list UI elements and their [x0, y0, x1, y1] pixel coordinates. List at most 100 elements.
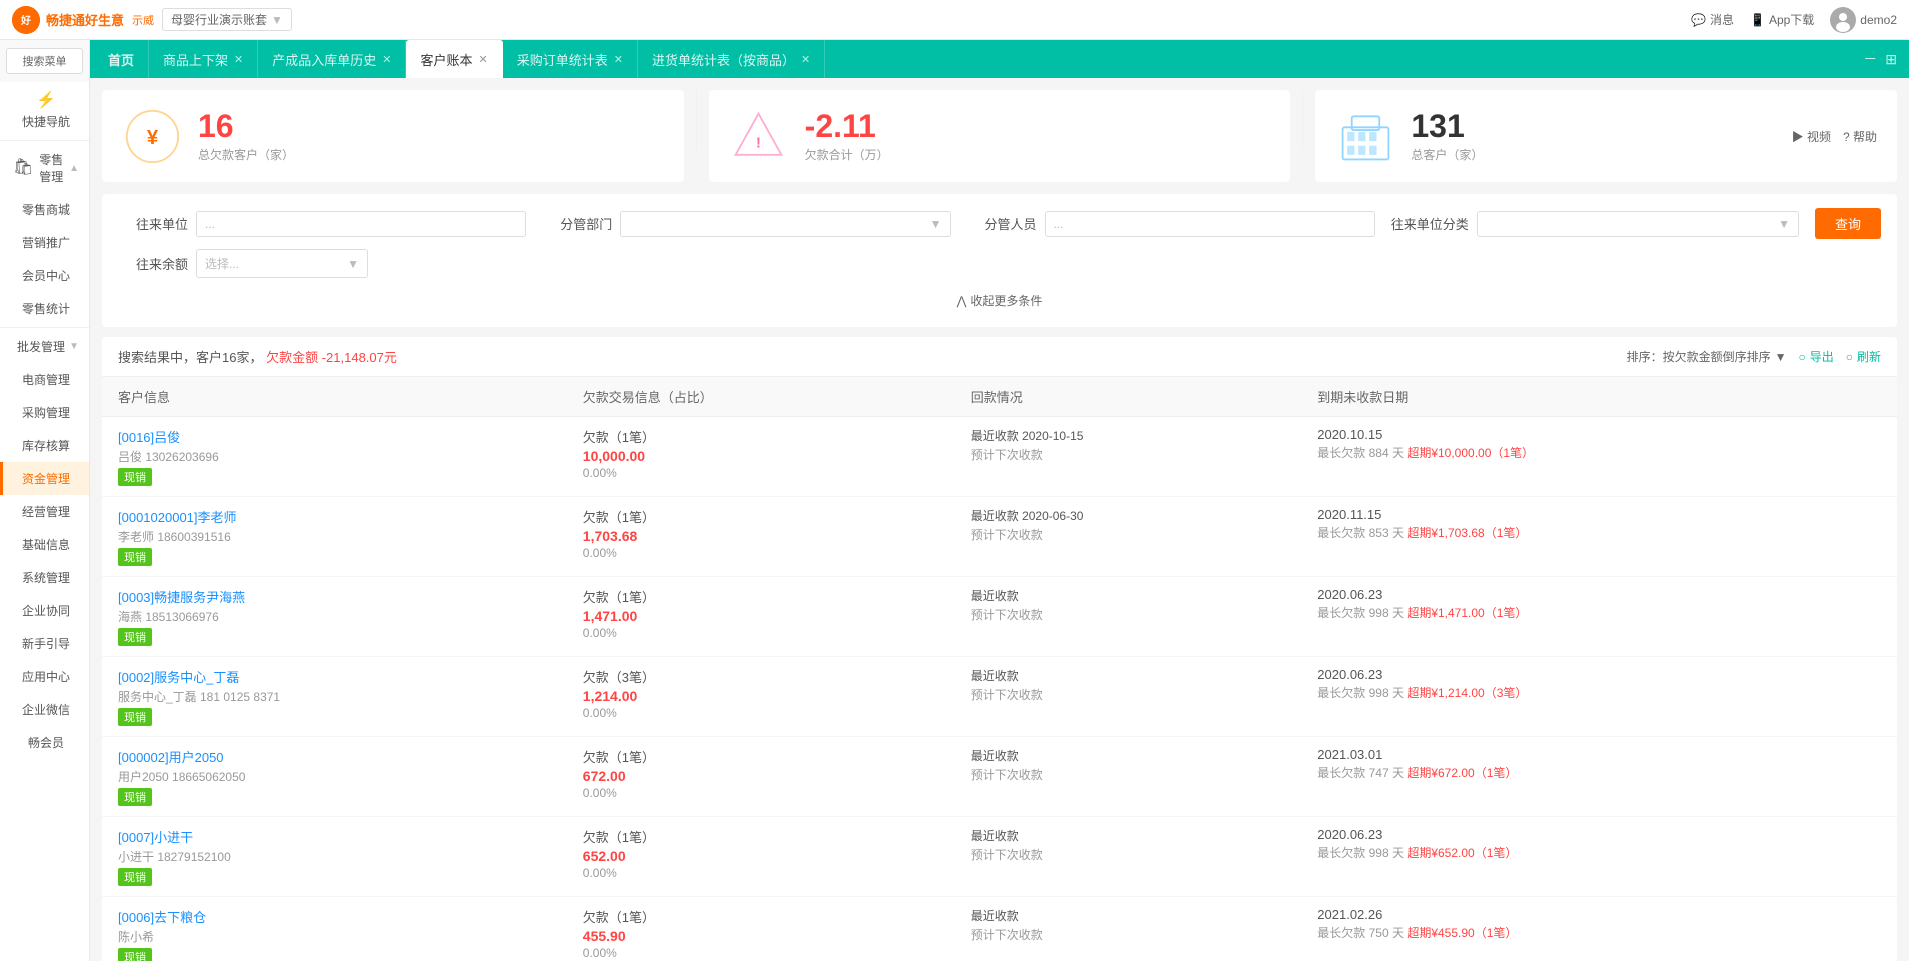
- sidebar-item-quick-nav[interactable]: ⚡ 快捷导航: [0, 82, 89, 138]
- tab-minimize-btn[interactable]: －: [1863, 49, 1877, 69]
- customer-name-1[interactable]: [0001020001]李老师: [118, 507, 551, 526]
- customer-name-6[interactable]: [0006]去下粮仓: [118, 907, 551, 926]
- sidebar-item-inventory[interactable]: 库存核算: [0, 429, 89, 462]
- sidebar-item-basic-info[interactable]: 基础信息: [0, 528, 89, 561]
- dept-arrow-icon: ▼: [930, 217, 942, 231]
- tab-product-shelf[interactable]: 商品上下架 ✕: [149, 40, 258, 78]
- export-btn[interactable]: ○ 导出: [1798, 348, 1833, 365]
- debt-amount-3[interactable]: 1,214.00: [583, 688, 939, 704]
- customer-name-5[interactable]: [0007]小进干: [118, 827, 551, 846]
- search-button[interactable]: 查询: [1815, 208, 1881, 239]
- return-info-4: 最近收款 预计下次收款: [971, 747, 1286, 783]
- tab-product-history[interactable]: 产成品入库单历史 ✕: [258, 40, 406, 78]
- overdue-info-2: 2020.06.23 最长欠款 998 天 超期¥1,471.00（1笔）: [1317, 587, 1881, 621]
- sidebar-item-retail-mgmt[interactable]: 🛍 零售管理 ▲: [0, 143, 89, 193]
- overdue-date-5: 2020.06.23: [1317, 827, 1881, 842]
- filter-unit-category: 往来单位分类 ▼: [1391, 211, 1799, 237]
- debt-info-6: 欠款（1笔） 455.90 0.00%: [583, 907, 939, 960]
- tab-home[interactable]: 首页: [94, 40, 149, 78]
- tab-close-customer-account[interactable]: ✕: [479, 53, 488, 66]
- app-download-btn[interactable]: 📱 App下载: [1750, 11, 1814, 28]
- overdue-amount-5[interactable]: 超期¥652.00（1笔）: [1407, 846, 1517, 860]
- sidebar-item-business-mgmt[interactable]: 经营管理: [0, 495, 89, 528]
- source-unit-input[interactable]: ...: [196, 211, 526, 237]
- debt-amount-1[interactable]: 1,703.68: [583, 528, 939, 544]
- customer-badge-3: 现销: [118, 708, 152, 726]
- search-menu-btn[interactable]: 搜索菜单: [6, 48, 83, 74]
- debt-amount-4[interactable]: 672.00: [583, 768, 939, 784]
- overdue-amount-3[interactable]: 超期¥1,214.00（3笔）: [1407, 686, 1527, 700]
- collapse-btn[interactable]: ⋀ 收起更多条件: [118, 288, 1881, 313]
- top-bar: 好 畅捷通好生意 示威 母婴行业演示账套 ▼ 💬 消息 📱 App下载 demo…: [0, 0, 1909, 40]
- sidebar-item-marketing[interactable]: 营销推广: [0, 226, 89, 259]
- unit-category-select[interactable]: ▼: [1477, 211, 1799, 237]
- overdue-amount-6[interactable]: 超期¥455.90（1笔）: [1407, 926, 1517, 940]
- manager-input[interactable]: ...: [1045, 211, 1375, 237]
- customer-name-3[interactable]: [0002]服务中心_丁磊: [118, 667, 551, 686]
- tab-purchase-order[interactable]: 采购订单统计表 ✕: [503, 40, 638, 78]
- debt-amount-6[interactable]: 455.90: [583, 928, 939, 944]
- user-avatar[interactable]: demo2: [1830, 7, 1897, 33]
- stat-info-overdue: 16 总欠款客户（家）: [198, 110, 294, 163]
- sidebar-item-finance[interactable]: 资金管理: [0, 462, 89, 495]
- overdue-amount-0[interactable]: 超期¥10,000.00（1笔）: [1407, 446, 1534, 460]
- balance-arrow-icon: ▼: [347, 257, 359, 271]
- return-info-2: 最近收款 预计下次收款: [971, 587, 1286, 623]
- return-next-5: 预计下次收款: [971, 846, 1286, 863]
- tab-maximize-btn[interactable]: ⊞: [1885, 51, 1897, 68]
- sidebar-item-enterprise-coop[interactable]: 企业协同: [0, 594, 89, 627]
- overdue-amount-2[interactable]: 超期¥1,471.00（1笔）: [1407, 606, 1527, 620]
- tab-close-purchase-order[interactable]: ✕: [614, 53, 623, 66]
- logo-text: 畅捷通好生意: [46, 10, 124, 29]
- debt-percent-1: 0.00%: [583, 546, 939, 560]
- sidebar-item-app-center[interactable]: 应用中心: [0, 660, 89, 693]
- customer-detail-3: 服务中心_丁磊 181 0125 8371: [118, 688, 551, 705]
- return-info-0: 最近收款 2020-10-15 预计下次收款: [971, 427, 1286, 463]
- customer-name-2[interactable]: [0003]畅捷服务尹海燕: [118, 587, 551, 606]
- page-content: ¥ 16 总欠款客户（家） !: [90, 78, 1909, 961]
- sidebar-item-ecommerce[interactable]: 电商管理: [0, 363, 89, 396]
- customer-info-4: [000002]用户2050 用户2050 18665062050 现销: [118, 747, 551, 806]
- help-label[interactable]: ? 帮助: [1843, 128, 1877, 145]
- overdue-detail-4: 最长欠款 747 天 超期¥672.00（1笔）: [1317, 764, 1881, 781]
- tab-close-product-history[interactable]: ✕: [382, 53, 391, 66]
- customer-name-0[interactable]: [0016]吕俊: [118, 427, 551, 446]
- sidebar-item-system-mgmt[interactable]: 系统管理: [0, 561, 89, 594]
- dept-select[interactable]: ▼: [620, 211, 950, 237]
- tab-close-purchase-stats[interactable]: ✕: [801, 53, 810, 66]
- debt-info-0: 欠款（1笔） 10,000.00 0.00%: [583, 427, 939, 480]
- return-next-1: 预计下次收款: [971, 526, 1286, 543]
- tab-purchase-stats[interactable]: 进货单统计表（按商品） ✕: [638, 40, 825, 78]
- message-btn[interactable]: 💬 消息: [1691, 11, 1734, 28]
- data-table: 客户信息 欠款交易信息（占比） 回款情况 到期未收款日期 [0016]吕俊 吕俊…: [102, 377, 1897, 961]
- sidebar-item-new-guide[interactable]: 新手引导: [0, 627, 89, 660]
- overdue-amount-1[interactable]: 超期¥1,703.68（1笔）: [1407, 526, 1527, 540]
- debt-amount-2[interactable]: 1,471.00: [583, 608, 939, 624]
- tab-close-product-shelf[interactable]: ✕: [234, 53, 243, 66]
- customer-detail-1: 李老师 18600391516: [118, 528, 551, 545]
- tab-customer-account[interactable]: 客户账本 ✕: [406, 40, 502, 78]
- balance-select[interactable]: 选择... ▼: [196, 249, 368, 278]
- debt-amount-0[interactable]: 10,000.00: [583, 448, 939, 464]
- refresh-btn[interactable]: ○ 刷新: [1846, 348, 1881, 365]
- sidebar-item-retail-mall[interactable]: 零售商城: [0, 193, 89, 226]
- source-unit-label: 往来单位: [118, 214, 188, 233]
- sidebar-item-vip-member[interactable]: 畅会员: [0, 726, 89, 759]
- video-label[interactable]: ▶ 视频: [1792, 128, 1831, 145]
- top-bar-left: 好 畅捷通好生意 示威 母婴行业演示账套 ▼: [12, 6, 292, 34]
- collapse-arrow-icon: ⋀: [957, 294, 967, 308]
- customer-name-4[interactable]: [000002]用户2050: [118, 747, 551, 766]
- sidebar-item-enterprise-wechat[interactable]: 企业微信: [0, 693, 89, 726]
- sort-select[interactable]: 排序：按欠款金额倒序排序 ▼: [1627, 348, 1787, 365]
- debt-amount-5[interactable]: 652.00: [583, 848, 939, 864]
- sidebar-item-member-center[interactable]: 会员中心: [0, 259, 89, 292]
- overdue-amount-4[interactable]: 超期¥672.00（1笔）: [1407, 766, 1517, 780]
- sidebar-item-purchase-mgmt[interactable]: 采购管理: [0, 396, 89, 429]
- sidebar-item-batch-mgmt[interactable]: 批发管理 ▼: [0, 330, 89, 363]
- debt-count-6: 欠款（1笔）: [583, 907, 939, 926]
- sidebar-item-retail-stats[interactable]: 零售统计: [0, 292, 89, 325]
- retail-mgmt-icon: 🛍: [13, 157, 33, 177]
- customer-info-1: [0001020001]李老师 李老师 18600391516 现销: [118, 507, 551, 566]
- company-selector[interactable]: 母婴行业演示账套 ▼: [162, 8, 292, 31]
- return-next-4: 预计下次收款: [971, 766, 1286, 783]
